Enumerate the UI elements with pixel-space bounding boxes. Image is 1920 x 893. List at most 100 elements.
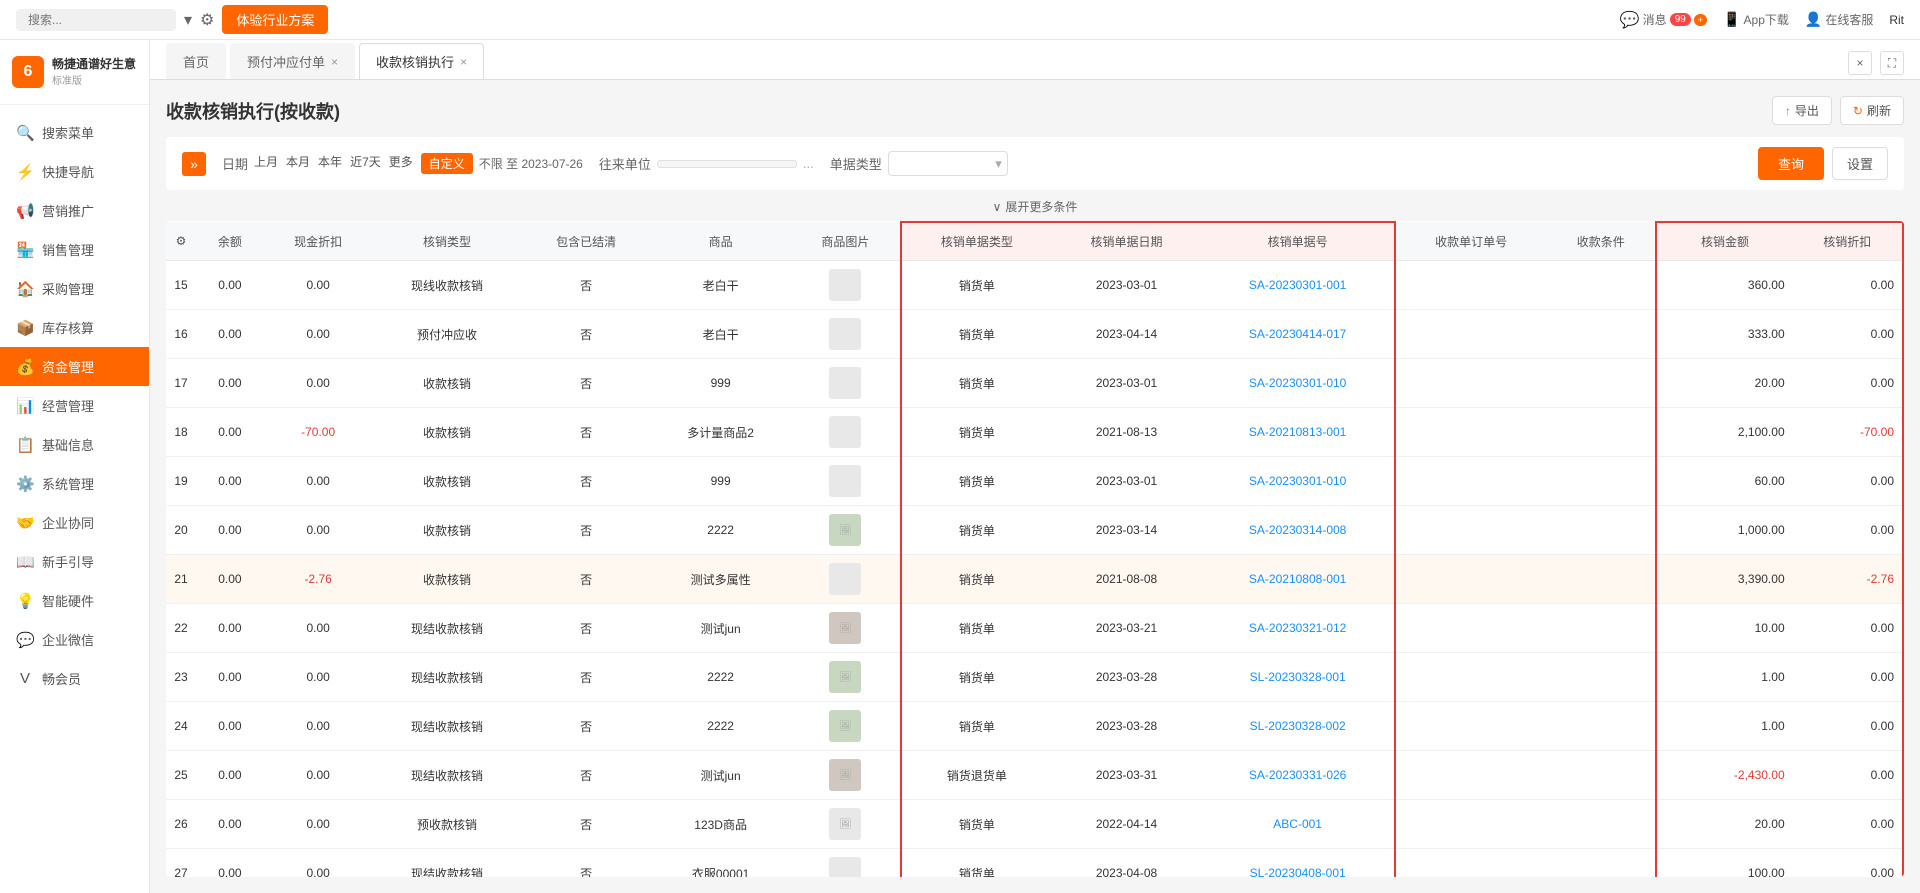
- filter-type-select[interactable]: [888, 151, 1008, 176]
- cell-bill-date: 2023-03-28: [1052, 653, 1201, 702]
- tab-receipt-close-icon[interactable]: ×: [460, 55, 467, 69]
- industry-solution-button[interactable]: 体验行业方案: [222, 5, 328, 34]
- cell-write-off-amount: 1,000.00: [1656, 506, 1792, 555]
- sidebar-item-system[interactable]: ⚙️ 系统管理: [0, 464, 149, 503]
- sidebar-item-marketing[interactable]: 📢 营销推广: [0, 191, 149, 230]
- online-service-item[interactable]: 👤 在线客服: [1805, 11, 1873, 28]
- cell-bill-no[interactable]: SA-20210813-001: [1201, 408, 1395, 457]
- cell-bill-no[interactable]: SA-20230301-001: [1201, 261, 1395, 310]
- filter-last-month[interactable]: 上月: [254, 153, 278, 174]
- sidebar-item-operations[interactable]: 📊 经营管理: [0, 386, 149, 425]
- logo-text: 畅捷通谱好生意: [52, 57, 136, 73]
- cell-included-settled: 否: [522, 457, 651, 506]
- cell-bill-no[interactable]: SA-20230414-017: [1201, 310, 1395, 359]
- cell-receipt-condition: [1546, 800, 1656, 849]
- cell-bill-date: 2023-03-01: [1052, 261, 1201, 310]
- cell-product: 多计量商品2: [651, 408, 791, 457]
- cell-bill-no[interactable]: SA-20230331-026: [1201, 751, 1395, 800]
- setting-button[interactable]: 设置: [1832, 147, 1888, 180]
- sidebar-item-quick[interactable]: ⚡ 快捷导航: [0, 152, 149, 191]
- filter-this-year[interactable]: 本年: [318, 153, 342, 174]
- sidebar-item-search[interactable]: 🔍 搜索菜单: [0, 113, 149, 152]
- tab-prepay[interactable]: 预付冲应付单 ×: [230, 43, 355, 79]
- cell-bill-no[interactable]: SA-20210808-001: [1201, 555, 1395, 604]
- filter-custom[interactable]: 自定义: [421, 153, 473, 174]
- refresh-button[interactable]: ↻ 刷新: [1840, 96, 1904, 125]
- close-tab-button[interactable]: ×: [1848, 51, 1872, 75]
- cell-bill-no[interactable]: SA-20230301-010: [1201, 457, 1395, 506]
- basic-icon: 📋: [16, 436, 34, 454]
- vip-icon: V: [16, 670, 34, 687]
- user-name[interactable]: Rit: [1889, 13, 1904, 27]
- tab-receipt[interactable]: 收款核销执行 ×: [359, 43, 484, 79]
- tab-actions: × ⛶: [1848, 51, 1904, 79]
- sidebar-item-basic[interactable]: 📋 基础信息: [0, 425, 149, 464]
- cell-bill-no[interactable]: SL-20230328-001: [1201, 653, 1395, 702]
- filter-7-days[interactable]: 近7天: [350, 153, 381, 174]
- cell-receipt-order-no: [1395, 506, 1546, 555]
- cell-bill-date: 2023-03-21: [1052, 604, 1201, 653]
- cell-num: 17: [166, 359, 196, 408]
- cell-bill-no[interactable]: SA-20230301-010: [1201, 359, 1395, 408]
- cell-product-img: 🖼: [791, 506, 901, 555]
- export-button[interactable]: ↑ 导出: [1772, 96, 1832, 125]
- maximize-button[interactable]: ⛶: [1880, 51, 1904, 75]
- cell-num: 27: [166, 849, 196, 878]
- cell-bill-no[interactable]: SL-20230328-002: [1201, 702, 1395, 751]
- sidebar-item-wechat[interactable]: 💬 企业微信: [0, 620, 149, 659]
- th-product: 商品: [651, 222, 791, 261]
- sidebar-item-inventory[interactable]: 📦 库存核算: [0, 308, 149, 347]
- sidebar-item-guide[interactable]: 📖 新手引导: [0, 542, 149, 581]
- cell-cash-discount: 0.00: [264, 261, 373, 310]
- th-settings[interactable]: ⚙: [166, 222, 196, 261]
- export-icon: ↑: [1785, 104, 1791, 118]
- cell-receipt-order-no: [1395, 702, 1546, 751]
- filter-more[interactable]: 更多: [389, 153, 413, 174]
- search-input[interactable]: [16, 9, 176, 31]
- table-container[interactable]: ⚙ 余额 现金折扣 核销类型 包含已结清 商品 商品图片 核销单据类型 核销单据…: [166, 221, 1904, 877]
- cell-product: 999: [651, 359, 791, 408]
- cell-product: 2222: [651, 506, 791, 555]
- expand-conditions-button[interactable]: ∨ 展开更多条件: [993, 198, 1078, 215]
- cell-receipt-condition: [1546, 653, 1656, 702]
- content-area: 首页 预付冲应付单 × 收款核销执行 × × ⛶ 收款核销执行(按收款): [150, 40, 1920, 893]
- sidebar-item-sales[interactable]: 🏪 销售管理: [0, 230, 149, 269]
- message-item[interactable]: 💬 消息 99 +: [1620, 10, 1707, 30]
- cell-balance: 0.00: [196, 604, 264, 653]
- tab-home[interactable]: 首页: [166, 43, 226, 79]
- th-write-off-amount: 核销金额: [1656, 222, 1792, 261]
- finance-icon: 💰: [16, 358, 34, 376]
- query-button[interactable]: 查询: [1758, 147, 1824, 180]
- chevron-down-icon[interactable]: ▾: [184, 10, 192, 30]
- cell-write-off-amount: 20.00: [1656, 800, 1792, 849]
- cell-bill-date: 2023-03-01: [1052, 359, 1201, 408]
- app-download-item[interactable]: 📱 App下载: [1723, 11, 1789, 28]
- guide-icon: 📖: [16, 553, 34, 571]
- filter-unit-dots[interactable]: ...: [803, 156, 814, 171]
- cell-included-settled: 否: [522, 408, 651, 457]
- sidebar-item-purchase[interactable]: 🏠 采购管理: [0, 269, 149, 308]
- cell-bill-type: 销货单: [901, 800, 1052, 849]
- wechat-icon: 💬: [16, 631, 34, 649]
- filter-date-range: 不限 至 2023-07-26: [479, 157, 583, 171]
- sidebar-logo: 6 畅捷通谱好生意 标准版: [0, 48, 149, 105]
- sidebar-item-vip[interactable]: V 畅会员: [0, 659, 149, 698]
- cell-included-settled: 否: [522, 604, 651, 653]
- cell-balance: 0.00: [196, 408, 264, 457]
- filter-this-month[interactable]: 本月: [286, 153, 310, 174]
- page-actions: ↑ 导出 ↻ 刷新: [1772, 96, 1904, 125]
- filter-unit-input[interactable]: [657, 160, 797, 168]
- cell-bill-no[interactable]: SA-20230321-012: [1201, 604, 1395, 653]
- sidebar: 6 畅捷通谱好生意 标准版 🔍 搜索菜单 ⚡ 快捷导航 📢 营销推广 🏪 销售管…: [0, 40, 150, 893]
- filter-toggle-button[interactable]: »: [182, 152, 206, 176]
- cell-bill-no[interactable]: SL-20230408-001: [1201, 849, 1395, 878]
- tab-prepay-close-icon[interactable]: ×: [331, 55, 338, 69]
- gear-icon[interactable]: ⚙: [200, 10, 214, 30]
- sidebar-item-hardware[interactable]: 💡 智能硬件: [0, 581, 149, 620]
- cell-bill-no[interactable]: ABC-001: [1201, 800, 1395, 849]
- cell-write-off-type: 现结收款核销: [372, 702, 521, 751]
- sidebar-item-coop[interactable]: 🤝 企业协同: [0, 503, 149, 542]
- cell-product-img: [791, 261, 901, 310]
- sidebar-item-finance[interactable]: 💰 资金管理: [0, 347, 149, 386]
- cell-bill-no[interactable]: SA-20230314-008: [1201, 506, 1395, 555]
